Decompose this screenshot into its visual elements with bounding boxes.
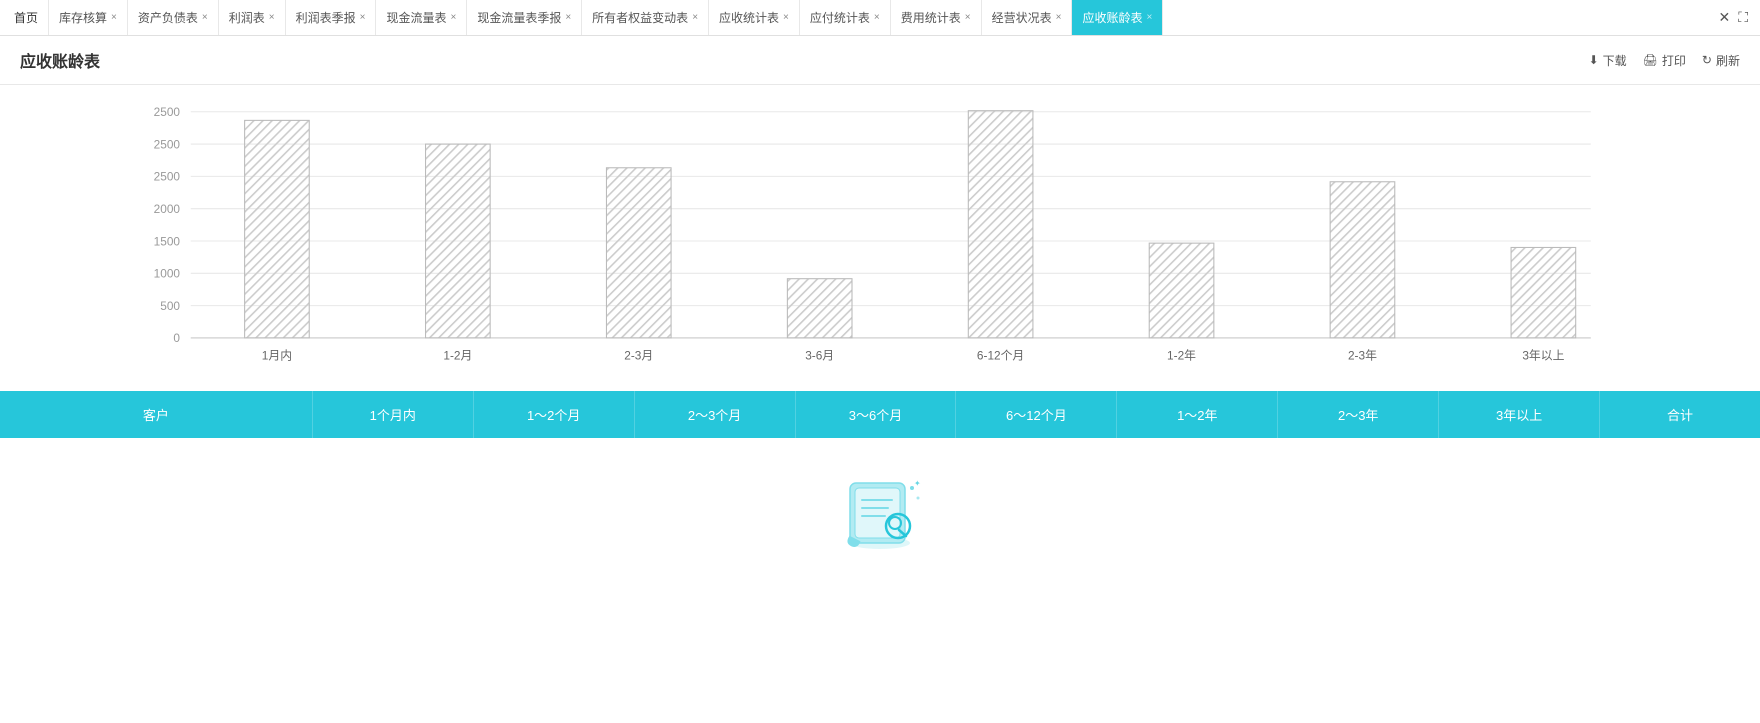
tab-close-expense-stats[interactable]: × [965,12,971,23]
tab-balance-sheet[interactable]: 资产负债表 × [128,0,219,36]
tab-label: 所有者权益变动表 [592,9,688,26]
svg-text:1-2月: 1-2月 [443,348,472,362]
th-month1: 1个月内 [313,391,474,438]
tab-inventory[interactable]: 库存核算 × [49,0,128,36]
svg-text:1500: 1500 [154,234,181,248]
tab-label: 利润表 [229,9,265,26]
print-icon: 🖨 [1643,53,1658,67]
th-total: 合计 [1600,391,1760,438]
download-label: 下载 [1603,52,1627,69]
svg-text:2500: 2500 [154,105,181,119]
tab-profit-quarterly[interactable]: 利润表季报 × [286,0,377,36]
th-month6to12: 6～12个月 [956,391,1117,438]
empty-document-icon: ✦ [830,468,930,558]
tab-ar-aging[interactable]: 应收账龄表 × [1072,0,1163,36]
tab-equity-changes[interactable]: 所有者权益变动表 × [582,0,709,36]
refresh-label: 刷新 [1716,52,1740,69]
tab-cash-flow[interactable]: 现金流量表 × [376,0,467,36]
tab-label: 现金流量表 [386,9,446,26]
page-header: 应收账龄表 ⬇ 下载 🖨 打印 ↻ 刷新 [0,36,1760,85]
tab-close-cash-flow[interactable]: × [450,12,456,23]
tab-close-ar-stats[interactable]: × [783,12,789,23]
tab-ap-stats[interactable]: 应付统计表 × [800,0,891,36]
th-month1to2: 1～2个月 [474,391,635,438]
svg-text:2-3月: 2-3月 [624,348,653,362]
tab-close-ap-stats[interactable]: × [874,12,880,23]
tab-ar-stats[interactable]: 应收统计表 × [709,0,800,36]
bar-chart: 2500 2500 2500 2000 1500 1000 500 0 [20,101,1740,381]
tab-label: 应付统计表 [810,9,870,26]
tab-close-cash-flow-quarterly[interactable]: × [565,12,571,23]
table-header: 客户1个月内1～2个月2～3个月3～6个月6～12个月1～2年2～3年3年以上合… [0,391,1760,438]
tab-home-label: 首页 [14,9,38,26]
page-title: 应收账龄表 [20,48,100,72]
download-button[interactable]: ⬇ 下载 [1589,52,1627,69]
tab-label: 费用统计表 [901,9,961,26]
tab-close-ar-aging[interactable]: × [1146,12,1152,23]
tab-label: 应收账龄表 [1082,9,1142,26]
tab-expense-stats[interactable]: 费用统计表 × [891,0,982,36]
svg-text:1000: 1000 [154,267,181,281]
tab-label: 利润表季报 [296,9,356,26]
tab-bar: 首页 库存核算×资产负债表×利润表×利润表季报×现金流量表×现金流量表季报×所有… [0,0,1760,36]
window-actions: ✕ ⛶ [1718,9,1756,26]
svg-text:✦: ✦ [914,479,921,488]
svg-text:2-3年: 2-3年 [1348,348,1377,362]
tab-close-equity-changes[interactable]: × [692,12,698,23]
close-window-button[interactable]: ✕ [1718,9,1730,26]
tab-label: 应收统计表 [719,9,779,26]
svg-text:1-2年: 1-2年 [1167,348,1196,362]
svg-text:6-12个月: 6-12个月 [977,348,1024,362]
svg-text:2500: 2500 [154,137,181,151]
tab-close-profit-loss[interactable]: × [269,12,275,23]
tab-close-operations[interactable]: × [1056,12,1062,23]
svg-text:2500: 2500 [154,170,181,184]
tab-label: 现金流量表季报 [477,9,561,26]
svg-text:3-6月: 3-6月 [805,348,834,362]
tab-label: 经营状况表 [992,9,1052,26]
svg-text:2000: 2000 [154,202,181,216]
empty-state: ✦ [0,438,1760,578]
svg-text:0: 0 [173,331,180,345]
th-month2to3: 2～3个月 [635,391,796,438]
tab-label: 资产负债表 [138,9,198,26]
th-month3to6: 3～6个月 [796,391,957,438]
tab-close-inventory[interactable]: × [111,12,117,23]
download-icon: ⬇ [1589,53,1599,67]
tab-profit-loss[interactable]: 利润表 × [219,0,286,36]
tab-close-balance-sheet[interactable]: × [202,12,208,23]
svg-text:1月内: 1月内 [262,348,292,362]
tab-label: 库存核算 [59,9,107,26]
th-customer: 客户 [0,391,313,438]
header-actions: ⬇ 下载 🖨 打印 ↻ 刷新 [1589,52,1740,69]
tab-operations[interactable]: 经营状况表 × [982,0,1073,36]
print-button[interactable]: 🖨 打印 [1643,52,1686,69]
svg-text:3年以上: 3年以上 [1522,348,1564,362]
th-year1to2: 1～2年 [1117,391,1278,438]
print-label: 打印 [1662,52,1686,69]
refresh-icon: ↻ [1702,53,1712,67]
th-year2to3: 2～3年 [1278,391,1439,438]
th-year3plus: 3年以上 [1439,391,1600,438]
tab-close-profit-quarterly[interactable]: × [360,12,366,23]
refresh-button[interactable]: ↻ 刷新 [1702,52,1740,69]
maximize-window-button[interactable]: ⛶ [1738,9,1748,26]
main-content: 2500 2500 2500 2000 1500 1000 500 0 [0,85,1760,723]
tab-home[interactable]: 首页 [4,0,49,36]
chart-area: 2500 2500 2500 2000 1500 1000 500 0 [0,85,1760,391]
tab-cash-flow-quarterly[interactable]: 现金流量表季报 × [467,0,582,36]
svg-text:500: 500 [160,299,180,313]
